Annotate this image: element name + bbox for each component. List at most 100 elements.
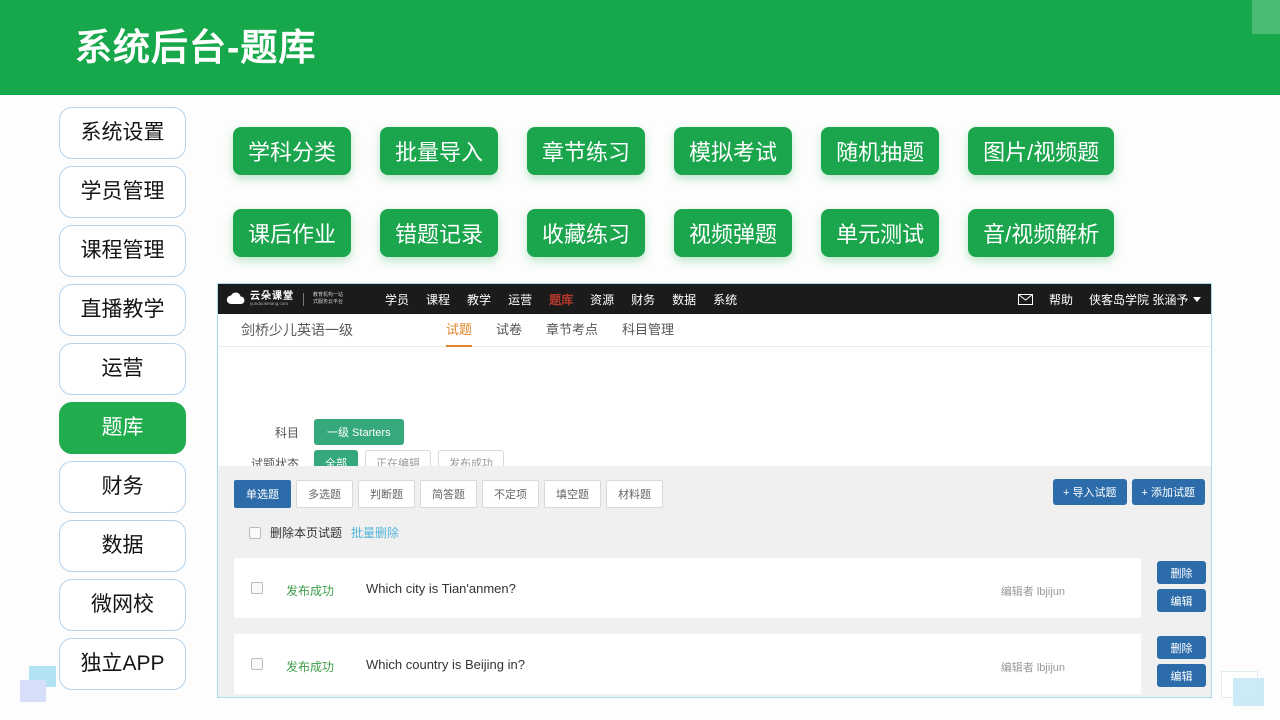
nav-item-question-bank[interactable]: 题库	[549, 291, 573, 308]
nav-item-system[interactable]: 系统	[713, 291, 737, 308]
admin-screenshot-panel: 云朵课堂 yunduoketang.com 教育机构一站 式服务云平台 学员 课…	[217, 283, 1212, 698]
chevron-down-icon	[1193, 297, 1201, 302]
bulk-delete-link[interactable]: 批量删除	[351, 524, 399, 541]
question-list-section: 单选题 多选题 判断题 简答题 不定项 填空题 材料题 + 导入试题 + 添加试…	[218, 466, 1211, 698]
logo-name: 云朵课堂	[250, 292, 294, 302]
feature-unit-test[interactable]: 单元测试	[821, 209, 939, 257]
tab-papers[interactable]: 试卷	[496, 314, 522, 347]
qtype-single-choice[interactable]: 单选题	[234, 480, 291, 508]
feature-random-draw[interactable]: 随机抽题	[821, 127, 939, 175]
subject-filter-row: 科目 一级 Starters	[218, 419, 404, 445]
qtype-short-answer[interactable]: 简答题	[420, 480, 477, 508]
qtype-fill-blank[interactable]: 填空题	[544, 480, 601, 508]
nav-item-resources[interactable]: 资源	[590, 291, 614, 308]
question-text: Which city is Tian'anmen?	[366, 581, 516, 596]
import-questions-button[interactable]: + 导入试题	[1053, 479, 1126, 505]
feature-homework[interactable]: 课后作业	[233, 209, 351, 257]
nav-item-data[interactable]: 数据	[672, 291, 696, 308]
tab-subject-mgmt[interactable]: 科目管理	[622, 314, 674, 347]
row-actions: 删除 编辑	[1157, 561, 1206, 612]
qtype-true-false[interactable]: 判断题	[358, 480, 415, 508]
feature-image-video-question[interactable]: 图片/视频题	[968, 127, 1114, 175]
tab-chapter-points[interactable]: 章节考点	[546, 314, 598, 347]
feature-subject-category[interactable]: 学科分类	[233, 127, 351, 175]
question-type-tabs: 单选题 多选题 判断题 简答题 不定项 填空题 材料题	[234, 480, 663, 508]
delete-button[interactable]: 删除	[1157, 636, 1206, 659]
question-row: 发布成功 Which country is Beijing in? 编辑者 lb…	[234, 634, 1141, 694]
sidebar-item-course-mgmt[interactable]: 课程管理	[59, 225, 186, 277]
filter-section: 科目 一级 Starters 试题状态 全部 正在编辑 发布成功 筛选条件 请选…	[218, 347, 1211, 466]
sidebar: 系统设置 学员管理 课程管理 直播教学 运营 题库 财务 数据 微网校 独立AP…	[59, 107, 186, 697]
mail-icon[interactable]	[1018, 294, 1033, 305]
account-menu[interactable]: 侠客岛学院 张涵予	[1089, 291, 1201, 308]
row-checkbox[interactable]	[251, 658, 263, 670]
nav-item-teaching[interactable]: 教学	[467, 291, 491, 308]
feature-favorite-practice[interactable]: 收藏练习	[527, 209, 645, 257]
cloud-logo-icon	[226, 292, 246, 306]
subject-label: 科目	[218, 424, 299, 441]
edit-button[interactable]: 编辑	[1157, 589, 1206, 612]
banner-corner-decoration	[1252, 0, 1280, 34]
sidebar-item-student-mgmt[interactable]: 学员管理	[59, 166, 186, 218]
sidebar-item-question-bank[interactable]: 题库	[59, 402, 186, 454]
page-banner: 系统后台-题库	[0, 0, 1280, 95]
nav-item-operations[interactable]: 运营	[508, 291, 532, 308]
sub-nav-tabs: 试题 试卷 章节考点 科目管理	[446, 314, 674, 347]
admin-nav-menu: 学员 课程 教学 运营 题库 资源 财务 数据 系统	[385, 291, 737, 308]
admin-sub-nav: 剑桥少儿英语一级 试题 试卷 章节考点 科目管理	[218, 314, 1211, 347]
status-badge: 发布成功	[286, 658, 334, 675]
bottom-right-decoration-square	[1233, 678, 1264, 706]
delete-button[interactable]: 删除	[1157, 561, 1206, 584]
feature-mock-exam[interactable]: 模拟考试	[674, 127, 792, 175]
sidebar-item-operations[interactable]: 运营	[59, 343, 186, 395]
editor-label: 编辑者 lbjijun	[1001, 583, 1065, 599]
qtype-multi-choice[interactable]: 多选题	[296, 480, 353, 508]
question-row: 发布成功 Which city is Tian'anmen? 编辑者 lbjij…	[234, 558, 1141, 618]
logo-divider	[303, 293, 304, 306]
row-checkbox[interactable]	[251, 582, 263, 594]
delete-page-label: 删除本页试题	[270, 524, 342, 541]
admin-nav-right: 帮助 侠客岛学院 张涵予 退出	[1018, 284, 1212, 314]
add-question-button[interactable]: + 添加试题	[1132, 479, 1205, 505]
sidebar-item-micro-school[interactable]: 微网校	[59, 579, 186, 631]
subject-tag[interactable]: 一级 Starters	[314, 419, 404, 445]
feature-row-2: 课后作业 错题记录 收藏练习 视频弹题 单元测试 音/视频解析	[233, 209, 1114, 257]
feature-batch-import[interactable]: 批量导入	[380, 127, 498, 175]
editor-label: 编辑者 lbjijun	[1001, 659, 1065, 675]
page-title: 系统后台-题库	[75, 0, 316, 95]
page: 系统后台-题库 系统设置 学员管理 课程管理 直播教学 运营 题库 财务 数据 …	[0, 0, 1280, 720]
sidebar-item-finance[interactable]: 财务	[59, 461, 186, 513]
account-name: 侠客岛学院 张涵予	[1089, 291, 1188, 308]
qtype-material[interactable]: 材料题	[606, 480, 663, 508]
list-action-buttons: + 导入试题 + 添加试题	[1053, 479, 1205, 505]
feature-grid: 学科分类 批量导入 章节练习 模拟考试 随机抽题 图片/视频题 课后作业 错题记…	[233, 127, 1114, 291]
sidebar-item-standalone-app[interactable]: 独立APP	[59, 638, 186, 690]
qtype-indefinite[interactable]: 不定项	[482, 480, 539, 508]
course-title: 剑桥少儿英语一级	[241, 320, 353, 340]
logo-slogan-line2: 式服务云平台	[313, 299, 343, 306]
sidebar-item-system-settings[interactable]: 系统设置	[59, 107, 186, 159]
logo-text: 云朵课堂 yunduoketang.com	[250, 292, 294, 307]
select-all-checkbox[interactable]	[249, 527, 261, 539]
nav-item-courses[interactable]: 课程	[426, 291, 450, 308]
tab-questions[interactable]: 试题	[446, 314, 472, 347]
sidebar-item-live-teaching[interactable]: 直播教学	[59, 284, 186, 336]
feature-row-1: 学科分类 批量导入 章节练习 模拟考试 随机抽题 图片/视频题	[233, 127, 1114, 175]
logo-domain: yunduoketang.com	[250, 302, 290, 307]
feature-audio-video-analysis[interactable]: 音/视频解析	[968, 209, 1114, 257]
logo-slogan: 教育机构一站 式服务云平台	[313, 292, 343, 306]
logo-slogan-line1: 教育机构一站	[313, 292, 343, 299]
nav-item-students[interactable]: 学员	[385, 291, 409, 308]
help-link[interactable]: 帮助	[1049, 291, 1073, 308]
question-text: Which country is Beijing in?	[366, 657, 525, 672]
feature-video-popup-question[interactable]: 视频弹题	[674, 209, 792, 257]
nav-item-finance[interactable]: 财务	[631, 291, 655, 308]
status-badge: 发布成功	[286, 582, 334, 599]
logo: 云朵课堂 yunduoketang.com 教育机构一站 式服务云平台	[226, 292, 343, 307]
edit-button[interactable]: 编辑	[1157, 664, 1206, 687]
feature-chapter-practice[interactable]: 章节练习	[527, 127, 645, 175]
sidebar-item-data[interactable]: 数据	[59, 520, 186, 572]
feature-wrong-question-record[interactable]: 错题记录	[380, 209, 498, 257]
row-actions: 删除 编辑	[1157, 636, 1206, 687]
admin-top-nav: 云朵课堂 yunduoketang.com 教育机构一站 式服务云平台 学员 课…	[218, 284, 1211, 314]
